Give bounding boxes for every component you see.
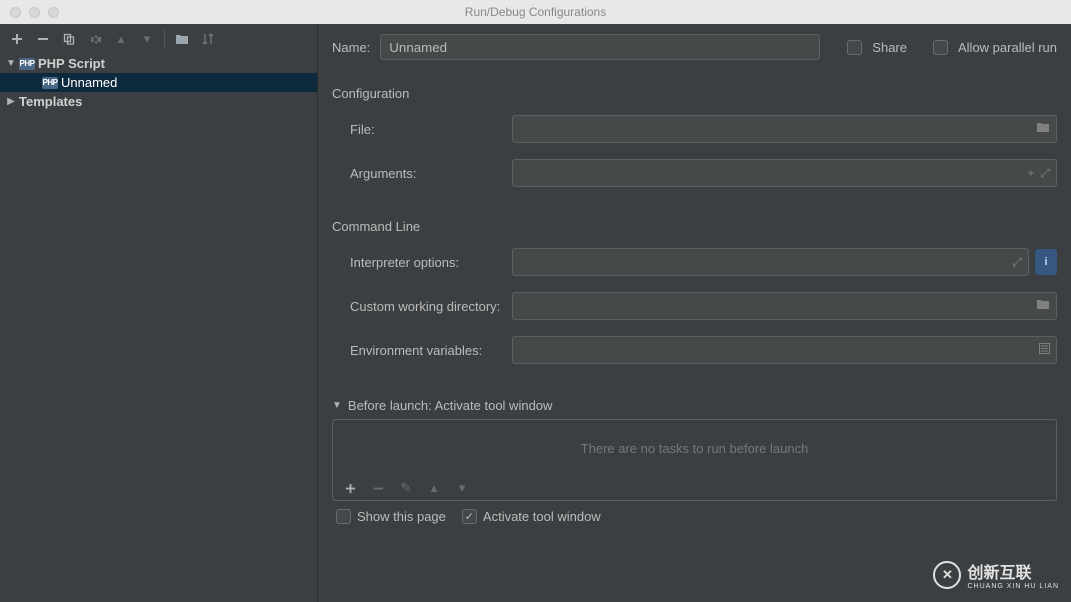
folder-icon[interactable]: [1036, 299, 1050, 313]
before-launch-empty: There are no tasks to run before launch: [333, 420, 1056, 476]
file-input[interactable]: [512, 115, 1057, 143]
interp-options-input[interactable]: ⤢: [512, 248, 1029, 276]
remove-task-button[interactable]: [369, 479, 387, 497]
expand-icon[interactable]: ⤢: [1012, 255, 1022, 270]
share-label: Share: [872, 40, 907, 55]
watermark-en: CHUANG XIN HU LIAN: [967, 583, 1059, 590]
check-icon: ✓: [465, 510, 474, 523]
file-label: File:: [350, 122, 512, 137]
activate-checkbox[interactable]: ✓: [462, 509, 477, 524]
titlebar: Run/Debug Configurations: [0, 0, 1071, 24]
add-task-button[interactable]: [341, 479, 359, 497]
folder-icon[interactable]: [1036, 122, 1050, 136]
watermark-cn: 创新互联: [967, 559, 1059, 583]
plus-icon[interactable]: +: [1027, 166, 1034, 180]
env-input[interactable]: [512, 336, 1057, 364]
php-icon: PHP: [19, 58, 35, 70]
copy-config-button[interactable]: [60, 30, 78, 48]
move-down-button[interactable]: ▾: [138, 30, 156, 48]
name-label: Name:: [332, 40, 370, 55]
arguments-label: Arguments:: [350, 166, 512, 181]
show-page-checkbox[interactable]: [336, 509, 351, 524]
cwd-label: Custom working directory:: [350, 299, 512, 314]
task-up-button[interactable]: ▴: [425, 479, 443, 497]
toolbar-separator: [164, 30, 165, 48]
name-input[interactable]: [380, 34, 820, 60]
interp-label: Interpreter options:: [350, 255, 512, 270]
parallel-label: Allow parallel run: [958, 40, 1057, 55]
sidebar-toolbar: ▴ ▾: [0, 24, 317, 54]
tree-item-templates[interactable]: ▶ Templates: [0, 92, 317, 111]
config-tree: ▼ PHP PHP Script PHP Unnamed ▶ Templates: [0, 54, 317, 602]
cwd-input[interactable]: [512, 292, 1057, 320]
edit-task-button[interactable]: ✎: [397, 479, 415, 497]
section-commandline: Command Line: [332, 219, 1057, 234]
chevron-down-icon: ▼: [6, 58, 16, 69]
section-configuration: Configuration: [332, 86, 1057, 101]
watermark-logo: ✕: [933, 561, 961, 589]
activate-label: Activate tool window: [483, 509, 601, 524]
tree-item-unnamed[interactable]: PHP Unnamed: [0, 73, 317, 92]
tree-label: Unnamed: [61, 75, 117, 90]
tree-label: Templates: [19, 94, 82, 109]
show-page-label: Show this page: [357, 509, 446, 524]
chevron-right-icon: ▶: [6, 96, 16, 107]
main-panel: Name: Share Allow parallel run Configura…: [318, 24, 1071, 602]
edit-defaults-button[interactable]: [86, 30, 104, 48]
before-launch-header: Before launch: Activate tool window: [348, 398, 553, 413]
remove-config-button[interactable]: [34, 30, 52, 48]
before-launch-toolbar: ✎ ▴ ▾: [333, 476, 1056, 500]
expand-icon[interactable]: ⤢: [1040, 166, 1050, 181]
info-button[interactable]: i: [1035, 249, 1057, 275]
parallel-checkbox[interactable]: [933, 40, 948, 55]
task-down-button[interactable]: ▾: [453, 479, 471, 497]
add-config-button[interactable]: [8, 30, 26, 48]
before-launch-box: There are no tasks to run before launch …: [332, 419, 1057, 501]
folder-button[interactable]: [173, 30, 191, 48]
chevron-down-icon[interactable]: ▼: [332, 400, 342, 411]
watermark: ✕ 创新互联 CHUANG XIN HU LIAN: [933, 559, 1059, 590]
arguments-input[interactable]: + ⤢: [512, 159, 1057, 187]
window-title: Run/Debug Configurations: [0, 5, 1071, 19]
list-icon[interactable]: [1039, 343, 1050, 357]
sort-button[interactable]: [199, 30, 217, 48]
php-icon: PHP: [42, 77, 58, 89]
tree-label: PHP Script: [38, 56, 105, 71]
move-up-button[interactable]: ▴: [112, 30, 130, 48]
tree-item-php-script[interactable]: ▼ PHP PHP Script: [0, 54, 317, 73]
env-label: Environment variables:: [350, 343, 512, 358]
share-checkbox[interactable]: [847, 40, 862, 55]
sidebar: ▴ ▾ ▼ PHP PHP Script PHP Unnamed ▶ Templ…: [0, 24, 318, 602]
